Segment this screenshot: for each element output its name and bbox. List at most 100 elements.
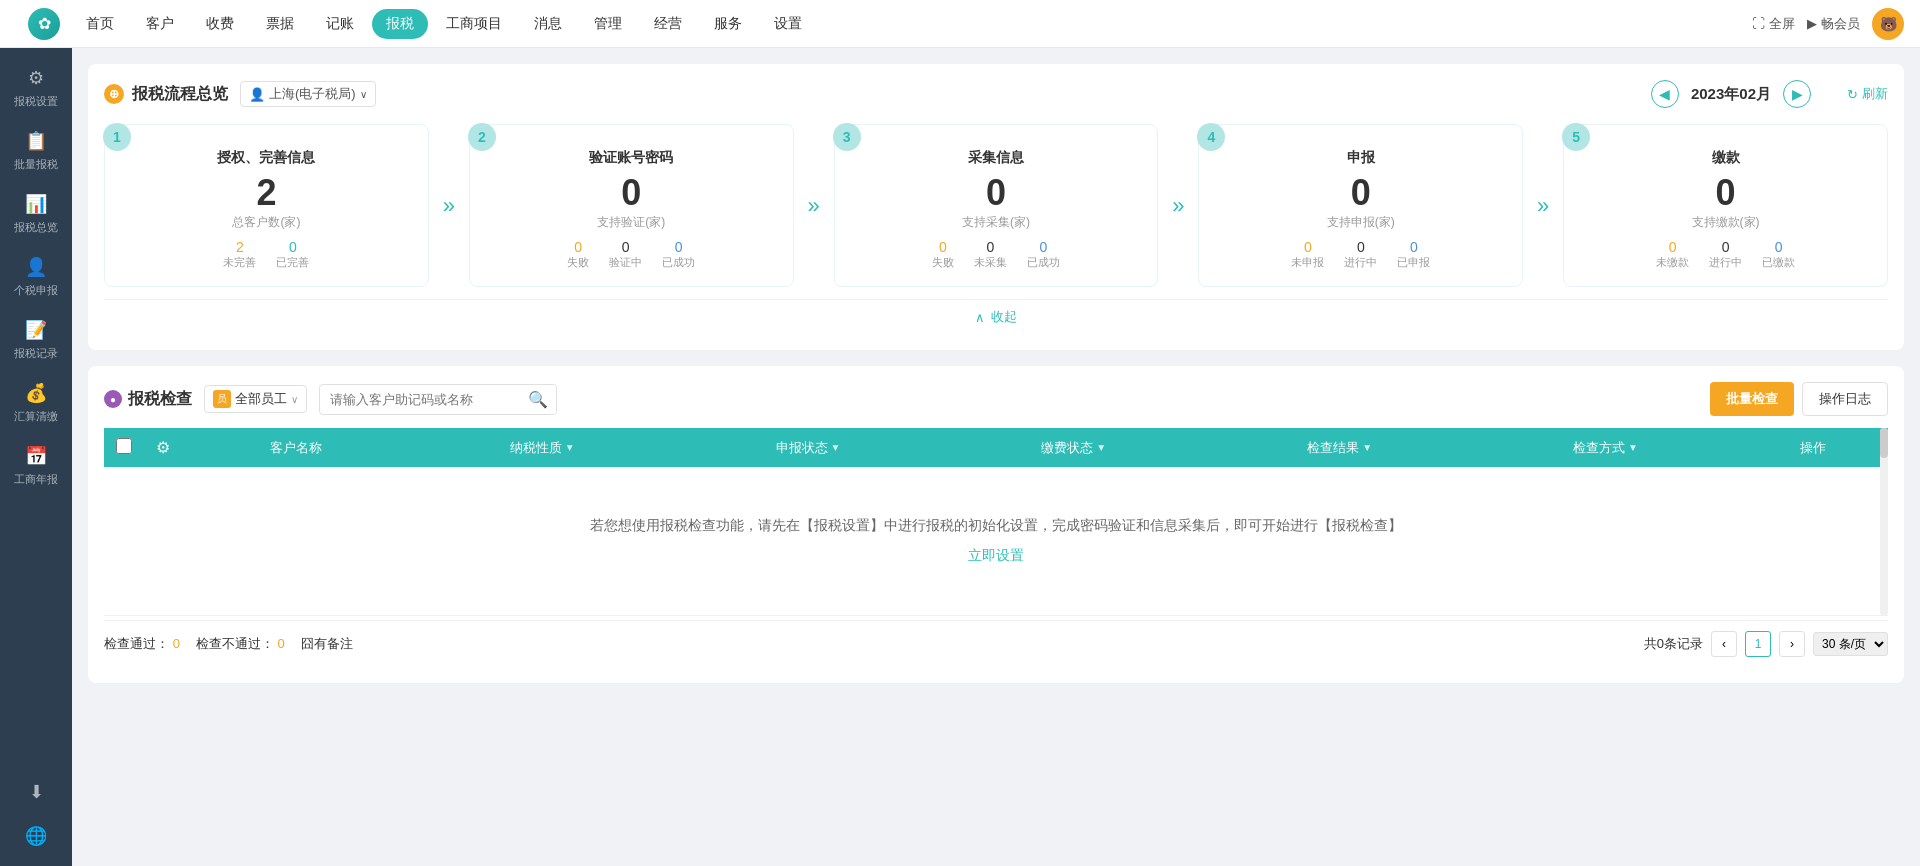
step-1-stat-0-val: 2 xyxy=(223,239,256,255)
prev-month-button[interactable]: ◀ xyxy=(1651,80,1679,108)
avatar[interactable]: 🐻 xyxy=(1872,8,1904,40)
table-gear-icon[interactable]: ⚙ xyxy=(156,439,170,456)
step-3-stat-2-label: 已成功 xyxy=(1027,255,1060,270)
check-result-label: 检查结果 xyxy=(1307,439,1359,457)
sidebar-item-batch-tax[interactable]: 📋 批量报税 xyxy=(0,119,72,182)
check-title-icon: ● xyxy=(104,390,122,408)
filter-icon-2[interactable]: ▼ xyxy=(831,442,841,453)
pass-value[interactable]: 0 xyxy=(173,636,180,651)
step-3-title: 采集信息 xyxy=(851,149,1142,167)
nav-invoice[interactable]: 票据 xyxy=(252,9,308,39)
logo-icon: ✿ xyxy=(28,8,60,40)
main-content: ⊕ 报税流程总览 👤 上海(电子税局) ∨ ◀ 2023年02月 ▶ ↻ 刷新 xyxy=(72,48,1920,866)
step-5-stat-2-val: 0 xyxy=(1762,239,1795,255)
step-5-stat-1: 0 进行中 xyxy=(1709,239,1742,270)
location-selector[interactable]: 👤 上海(电子税局) ∨ xyxy=(240,81,376,107)
employee-selector[interactable]: 员 全部员工 ∨ xyxy=(204,385,307,413)
nav-service[interactable]: 服务 xyxy=(700,9,756,39)
fullscreen-icon: ⛶ xyxy=(1752,16,1765,31)
overview-header: ⊕ 报税流程总览 👤 上海(电子税局) ∨ ◀ 2023年02月 ▶ ↻ 刷新 xyxy=(104,80,1888,108)
refresh-button[interactable]: ↻ 刷新 xyxy=(1847,85,1888,103)
select-all-checkbox[interactable] xyxy=(116,438,132,454)
nav-fee[interactable]: 收费 xyxy=(192,9,248,39)
flow-card-3: 3 采集信息 0 支持采集(家) 0 失败 0 未采集 xyxy=(834,124,1159,287)
flow-card-1: 1 授权、完善信息 2 总客户数(家) 2 未完善 0 已完善 xyxy=(104,124,429,287)
arrow-1: » xyxy=(429,193,469,219)
sidebar-label-tax-settings: 报税设置 xyxy=(14,94,58,109)
search-icon: 🔍 xyxy=(528,391,548,408)
table-header-tax-type: 纳税性质 ▼ xyxy=(409,428,675,467)
batch-check-button[interactable]: 批量检查 xyxy=(1710,382,1794,416)
step-3-sublabel: 支持采集(家) xyxy=(851,214,1142,231)
tax-type-label: 纳税性质 xyxy=(510,439,562,457)
step-4-stats: 0 未申报 0 进行中 0 已申报 xyxy=(1215,239,1506,270)
arrow-3: » xyxy=(1158,193,1198,219)
nav-home[interactable]: 首页 xyxy=(72,9,128,39)
step-5-sublabel: 支持缴款(家) xyxy=(1580,214,1871,231)
table-header-check-method: 检查方式 ▼ xyxy=(1473,428,1739,467)
sidebar-item-settlement[interactable]: 💰 汇算清缴 xyxy=(0,371,72,434)
per-page-selector[interactable]: 30 条/页 xyxy=(1813,632,1888,656)
step-1-stat-1: 0 已完善 xyxy=(276,239,309,270)
sidebar-item-globe[interactable]: 🌐 xyxy=(0,814,72,858)
check-actions: 批量检查 操作日志 xyxy=(1710,382,1888,416)
current-page: 1 xyxy=(1745,631,1771,657)
step-1-count: 2 xyxy=(121,171,412,214)
step-5-stat-1-label: 进行中 xyxy=(1709,255,1742,270)
nav-message[interactable]: 消息 xyxy=(520,9,576,39)
sidebar-item-personal-tax[interactable]: 👤 个税申报 xyxy=(0,245,72,308)
step-3-stat-1-val: 0 xyxy=(974,239,1007,255)
collapse-button[interactable]: ∧ 收起 xyxy=(104,299,1888,334)
table-header-pay-status: 缴费状态 ▼ xyxy=(941,428,1207,467)
nav-accounting[interactable]: 记账 xyxy=(312,9,368,39)
table-header-operation: 操作 xyxy=(1738,428,1888,467)
check-section: ● 报税检查 员 全部员工 ∨ 🔍 批量检查 操作日志 xyxy=(88,366,1904,683)
table-header-checkbox xyxy=(104,428,144,467)
fullscreen-button[interactable]: ⛶ 全屏 xyxy=(1752,15,1795,33)
search-input[interactable] xyxy=(320,387,520,412)
next-month-button[interactable]: ▶ xyxy=(1783,80,1811,108)
sidebar-item-tax-settings[interactable]: ⚙ 报税设置 xyxy=(0,56,72,119)
filter-icon-1[interactable]: ▼ xyxy=(565,442,575,453)
step-2-stat-0-val: 0 xyxy=(567,239,589,255)
step-3-count: 0 xyxy=(851,171,1142,214)
filter-icon-5[interactable]: ▼ xyxy=(1628,442,1638,453)
step-3-stat-0-label: 失败 xyxy=(932,255,954,270)
scrollbar[interactable] xyxy=(1880,428,1888,616)
prev-page-button[interactable]: ‹ xyxy=(1711,631,1737,657)
flow-card-5: 5 缴款 0 支持缴款(家) 0 未缴款 0 进行中 xyxy=(1563,124,1888,287)
collapse-label: 收起 xyxy=(991,308,1017,326)
declare-status-header: 申报状态 ▼ xyxy=(776,439,841,457)
location-person-icon: 👤 xyxy=(249,87,265,102)
nav-manage[interactable]: 管理 xyxy=(580,9,636,39)
filter-icon-4[interactable]: ▼ xyxy=(1362,442,1372,453)
nav-customer[interactable]: 客户 xyxy=(132,9,188,39)
step-2-stat-2-val: 0 xyxy=(662,239,695,255)
member-button[interactable]: ▶ 畅会员 xyxy=(1807,15,1860,33)
fail-value[interactable]: 0 xyxy=(277,636,284,651)
nav-business[interactable]: 工商项目 xyxy=(432,9,516,39)
sidebar-item-annual-report[interactable]: 📅 工商年报 xyxy=(0,434,72,497)
flow-card-2: 2 验证账号密码 0 支持验证(家) 0 失败 0 验证中 xyxy=(469,124,794,287)
nav-settings[interactable]: 设置 xyxy=(760,9,816,39)
sidebar-item-tax-overview[interactable]: 📊 报税总览 xyxy=(0,182,72,245)
next-page-button[interactable]: › xyxy=(1779,631,1805,657)
fail-stat: 检查不通过： 0 xyxy=(196,635,285,653)
operation-log-button[interactable]: 操作日志 xyxy=(1802,382,1888,416)
step-3-stat-2-val: 0 xyxy=(1027,239,1060,255)
step-2-stats: 0 失败 0 验证中 0 已成功 xyxy=(486,239,777,270)
nav-operation[interactable]: 经营 xyxy=(640,9,696,39)
pass-label: 检查通过： xyxy=(104,636,169,651)
sidebar-item-tax-record[interactable]: 📝 报税记录 xyxy=(0,308,72,371)
step-5-stat-2-label: 已缴款 xyxy=(1762,255,1795,270)
setting-link[interactable]: 立即设置 xyxy=(968,547,1024,563)
filter-icon-3[interactable]: ▼ xyxy=(1096,442,1106,453)
table-footer: 检查通过： 0 检查不通过： 0 囧有备注 共0条记录 ‹ 1 › 30 条/页 xyxy=(104,620,1888,667)
nav-tax[interactable]: 报税 xyxy=(372,9,428,39)
sidebar: ⚙ 报税设置 📋 批量报税 📊 报税总览 👤 个税申报 📝 报税记录 💰 汇算清… xyxy=(0,48,72,866)
sidebar-item-download[interactable]: ⬇ xyxy=(0,770,72,814)
step-4-stat-2-val: 0 xyxy=(1397,239,1430,255)
settlement-icon: 💰 xyxy=(24,381,48,405)
main-layout: ⚙ 报税设置 📋 批量报税 📊 报税总览 👤 个税申报 📝 报税记录 💰 汇算清… xyxy=(0,48,1920,866)
search-button[interactable]: 🔍 xyxy=(520,385,556,414)
